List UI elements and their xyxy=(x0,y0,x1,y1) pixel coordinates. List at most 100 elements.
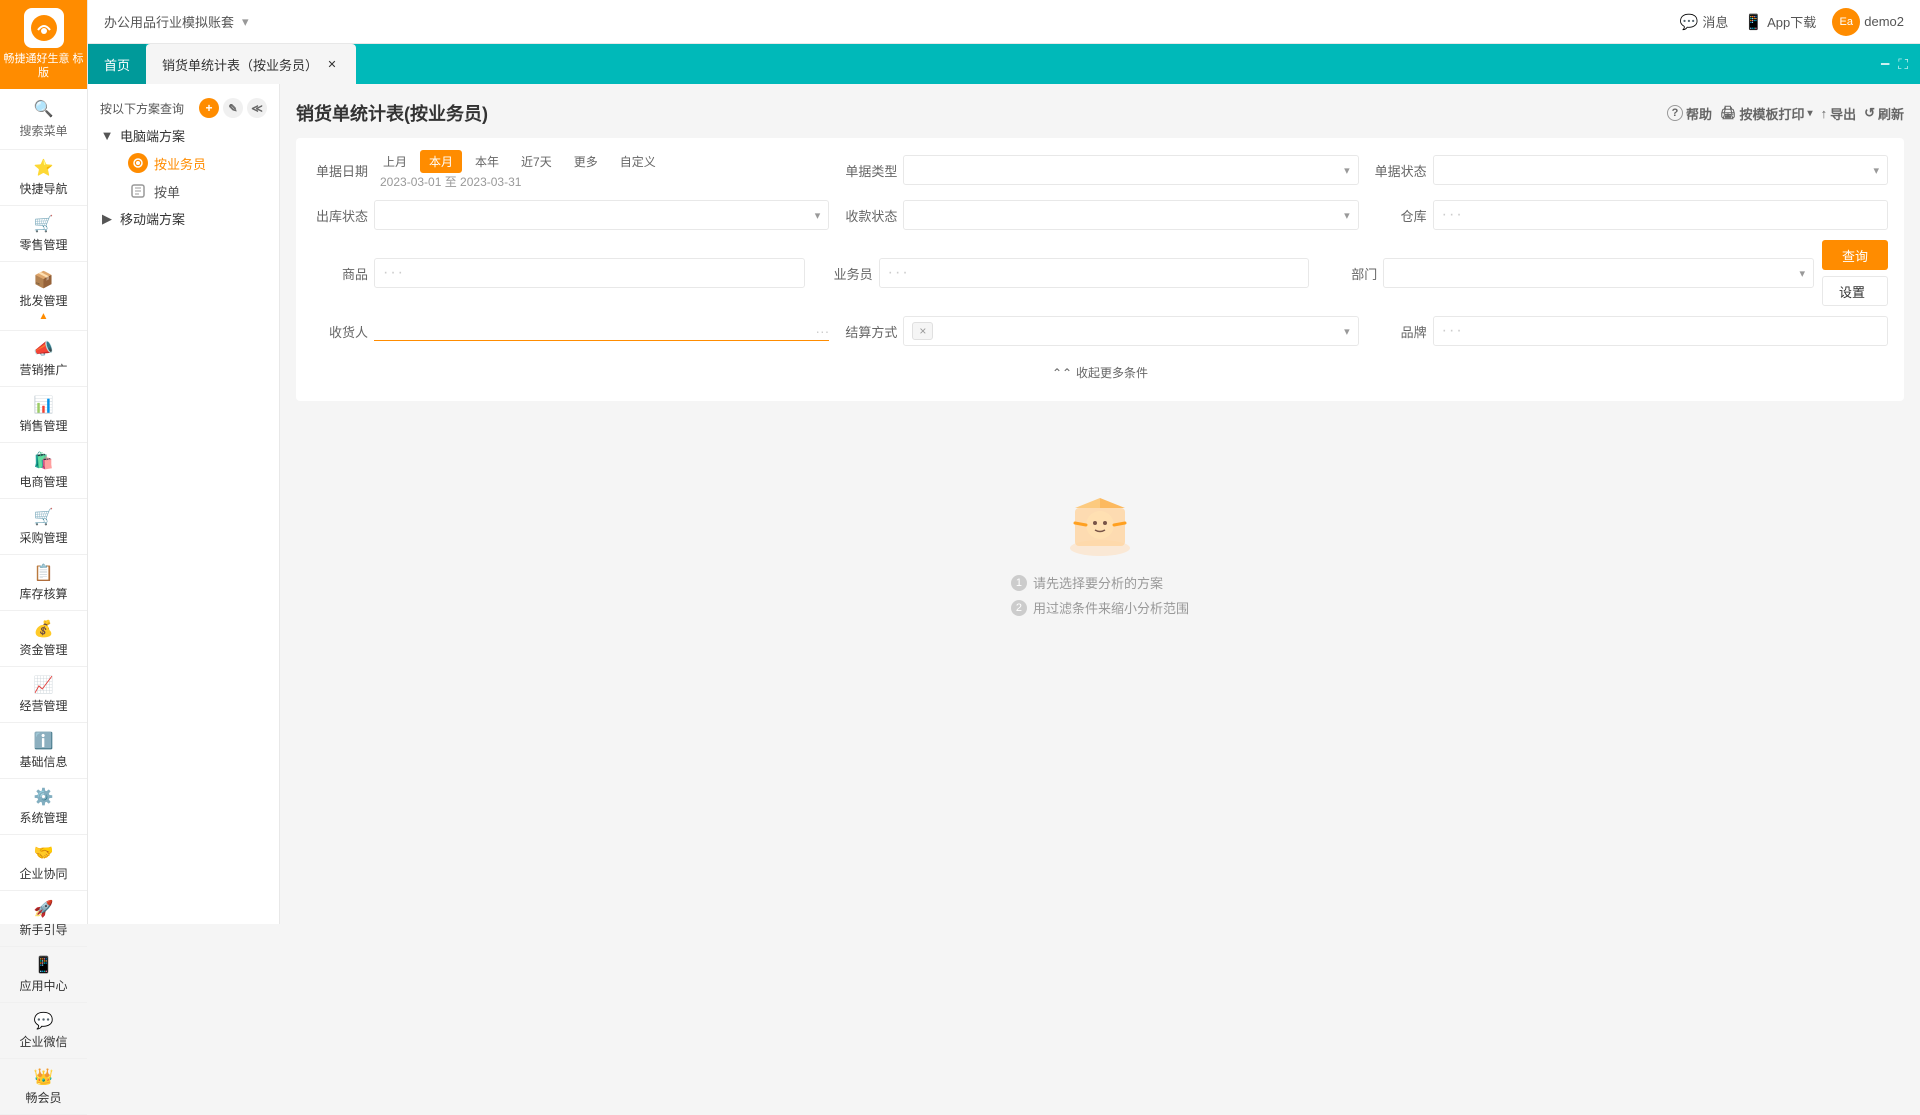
warehouse-control[interactable]: ··· xyxy=(1433,200,1888,230)
messages-btn[interactable]: 💬 消息 xyxy=(1680,12,1729,31)
sidebar-item-member[interactable]: 👑 畅会员 xyxy=(0,1059,87,1115)
tab-sales-stats[interactable]: 销货单统计表（按业务员） ✕ xyxy=(146,44,356,84)
topbar-left: 办公用品行业模拟账套 ▾ xyxy=(104,12,249,31)
sales-icon: 📊 xyxy=(34,395,54,415)
refresh-btn[interactable]: ↺ 刷新 xyxy=(1864,104,1904,123)
date-label: 单据日期 xyxy=(312,161,368,180)
date-more-btn[interactable]: 更多 xyxy=(565,150,607,173)
sidebar-item-label: 经营管理 xyxy=(19,697,67,714)
topbar: 办公用品行业模拟账套 ▾ 💬 消息 📱 App下载 Ea demo2 xyxy=(88,0,1920,44)
dropdown-icon[interactable]: ▾ xyxy=(242,14,249,30)
sidebar-item-sales[interactable]: 📊 销售管理 xyxy=(0,387,87,443)
scheme-by-staff[interactable]: 按业务员 xyxy=(88,149,279,177)
doc-status-control[interactable]: ▾ xyxy=(1433,155,1888,185)
sidebar-item-operation[interactable]: 📈 经营管理 xyxy=(0,667,87,723)
goods-select[interactable]: ··· xyxy=(374,258,805,288)
doc-status-select[interactable]: ▾ xyxy=(1433,155,1888,185)
sidebar-item-quick-nav[interactable]: ⭐ 快捷导航 xyxy=(0,150,87,206)
receiver-dots[interactable]: ··· xyxy=(815,323,829,339)
collapse-btn[interactable]: ⌃⌃ 收起更多条件 xyxy=(1052,364,1148,381)
sidebar-item-finance[interactable]: 💰 资金管理 xyxy=(0,611,87,667)
user-name: demo2 xyxy=(1864,14,1904,29)
tag-close-btn[interactable]: × xyxy=(919,324,926,338)
date-last-7-days-btn[interactable]: 近7天 xyxy=(512,150,561,173)
query-btn[interactable]: 查询 xyxy=(1822,240,1888,270)
warehouse-placeholder: ··· xyxy=(1442,206,1464,224)
star-icon: ⭐ xyxy=(34,158,54,178)
date-this-year-btn[interactable]: 本年 xyxy=(466,150,508,173)
tab-home[interactable]: 首页 xyxy=(88,44,146,84)
sidebar-item-label: 销售管理 xyxy=(19,417,67,434)
tabbar: 首页 销货单统计表（按业务员） ✕ 🗕 ⛶ xyxy=(88,44,1920,84)
help-btn[interactable]: ? 帮助 xyxy=(1667,104,1712,123)
tabbar-actions: 🗕 ⛶ xyxy=(1880,52,1920,76)
payment-method-select[interactable]: × ▾ xyxy=(903,316,1358,346)
help-label: 帮助 xyxy=(1686,104,1712,123)
tab-minimize-icon[interactable]: 🗕 xyxy=(1880,52,1890,76)
filter-row-3-fields: 商品 ··· 业务员 ··· xyxy=(312,258,1814,288)
sidebar-item-label: 畅会员 xyxy=(25,1089,61,1106)
edit-scheme-btn[interactable]: ✎ xyxy=(223,98,243,118)
dropdown-icon: ▾ xyxy=(1873,164,1879,177)
filter-row-2: 出库状态 ▾ 收款状态 ▾ xyxy=(312,200,1888,230)
sidebar-item-search-menu[interactable]: 🔍 搜索菜单 xyxy=(0,89,87,150)
staff-select[interactable]: ··· xyxy=(879,258,1310,288)
warehouse-select[interactable]: ··· xyxy=(1433,200,1888,230)
tip-2: 2 用过滤条件来缩小分析范围 xyxy=(1011,598,1189,617)
receiver-input[interactable] xyxy=(374,321,815,340)
sidebar-item-marketing[interactable]: 📣 营销推广 xyxy=(0,331,87,387)
staff-control[interactable]: ··· xyxy=(879,258,1310,288)
logo-area[interactable]: 畅捷通好生意 标版 xyxy=(0,0,87,89)
tip-text-2: 用过滤条件来缩小分析范围 xyxy=(1033,598,1189,617)
settings-btn[interactable]: 设置 xyxy=(1822,276,1888,306)
doc-type-control[interactable]: ▾ xyxy=(903,155,1358,185)
sidebar-item-inventory[interactable]: 📋 库存核算 xyxy=(0,555,87,611)
sidebar-item-ecommerce[interactable]: 🛍️ 电商管理 xyxy=(0,443,87,499)
sidebar-item-corp[interactable]: 🤝 企业协同 xyxy=(0,835,87,891)
sidebar-item-purchase[interactable]: 🛒 采购管理 xyxy=(0,499,87,555)
sidebar-item-label: 零售管理 xyxy=(19,236,67,253)
out-status-label: 出库状态 xyxy=(312,206,368,225)
date-this-month-btn[interactable]: 本月 xyxy=(420,150,462,173)
sidebar-item-apps[interactable]: 📱 应用中心 xyxy=(0,947,87,1003)
payment-status-control[interactable]: ▾ xyxy=(903,200,1358,230)
out-status-field: 出库状态 ▾ xyxy=(312,200,829,230)
sidebar-item-wechat[interactable]: 💬 企业微信 xyxy=(0,1003,87,1059)
collapse-panel-btn[interactable]: ≪ xyxy=(247,98,267,118)
out-status-select[interactable]: ▾ xyxy=(374,200,829,230)
date-custom-btn[interactable]: 自定义 xyxy=(611,150,665,173)
goods-control[interactable]: ··· xyxy=(374,258,805,288)
staff-placeholder: ··· xyxy=(888,264,910,282)
export-btn[interactable]: ↑ 导出 xyxy=(1821,104,1857,123)
sidebar-item-basic[interactable]: ℹ️ 基础信息 xyxy=(0,723,87,779)
filter-row-3: 商品 ··· 业务员 ··· xyxy=(312,240,1888,306)
tab-maximize-icon[interactable]: ⛶ xyxy=(1898,56,1908,73)
dept-select[interactable]: ▾ xyxy=(1383,258,1814,288)
sidebar-item-wholesale[interactable]: 📦 批发管理 ▲ xyxy=(0,262,87,331)
payment-method-control[interactable]: × ▾ xyxy=(903,316,1358,346)
sidebar-item-retail[interactable]: 🛒 零售管理 xyxy=(0,206,87,262)
brand-select[interactable]: ··· xyxy=(1433,316,1888,346)
mobile-scheme-toggle[interactable]: ▶ 移动端方案 xyxy=(88,205,279,232)
refresh-label: 刷新 xyxy=(1878,104,1904,123)
ecommerce-icon: 🛍️ xyxy=(34,451,54,471)
dept-control[interactable]: ▾ xyxy=(1383,258,1814,288)
app-download-btn[interactable]: 📱 App下载 xyxy=(1744,12,1816,31)
payment-status-select[interactable]: ▾ xyxy=(903,200,1358,230)
date-last-month-btn[interactable]: 上月 xyxy=(374,150,416,173)
user-menu[interactable]: Ea demo2 xyxy=(1832,8,1904,36)
doc-status-field: 单据状态 ▾ xyxy=(1371,155,1888,185)
brand-control[interactable]: ··· xyxy=(1433,316,1888,346)
scheme-by-order[interactable]: 按单 xyxy=(88,177,279,205)
dropdown-icon: ▾ xyxy=(815,209,821,222)
sidebar-item-newbie[interactable]: 🚀 新手引导 xyxy=(0,891,87,947)
print-template-btn[interactable]: 🖨 按模板打印 ▾ xyxy=(1720,104,1813,123)
doc-type-select[interactable]: ▾ xyxy=(903,155,1358,185)
desktop-scheme-toggle[interactable]: ▼ 电脑端方案 xyxy=(88,122,279,149)
out-status-control[interactable]: ▾ xyxy=(374,200,829,230)
add-scheme-btn[interactable]: + xyxy=(199,98,219,118)
tab-sales-stats-label: 销货单统计表（按业务员） xyxy=(162,55,318,74)
tab-close-icon[interactable]: ✕ xyxy=(324,56,340,72)
receiver-control[interactable]: ··· xyxy=(374,321,829,341)
sidebar-item-system[interactable]: ⚙️ 系统管理 xyxy=(0,779,87,835)
